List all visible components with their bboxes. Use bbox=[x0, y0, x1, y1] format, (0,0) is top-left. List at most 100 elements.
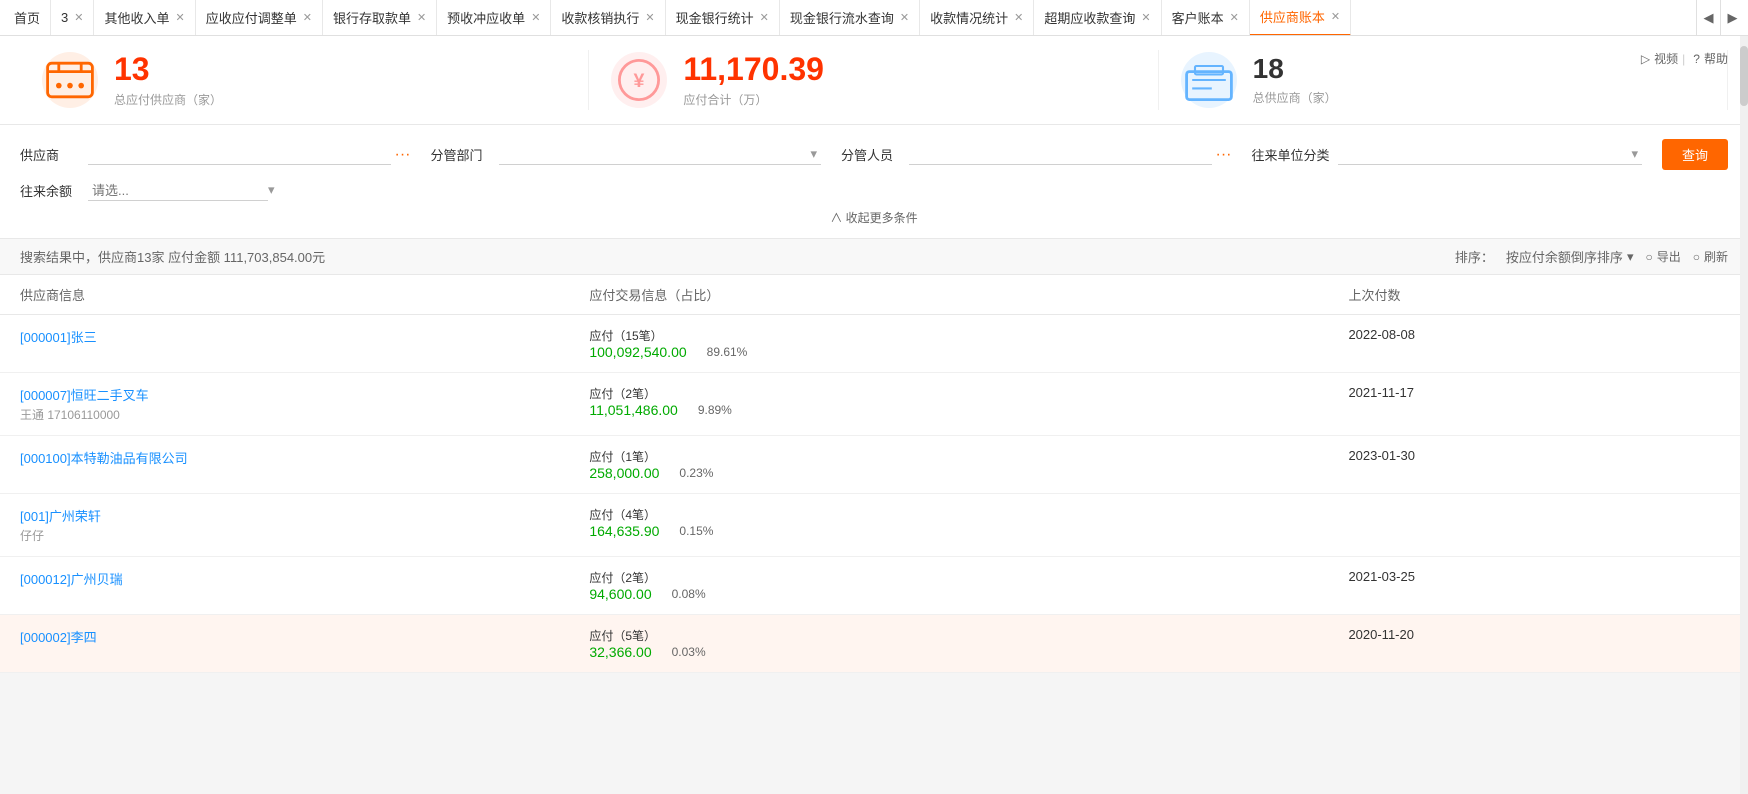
nav-arrows: ◀ ▶ bbox=[1696, 0, 1744, 36]
table-row: [000001]张三 应付（15笔） 100,092,540.00 89.61%… bbox=[0, 315, 1748, 373]
nav-tab-receipt-stat[interactable]: 收款情况统计 ✕ bbox=[920, 0, 1034, 36]
scroll-track[interactable] bbox=[1740, 36, 1748, 794]
nav-tab-receipt-verify[interactable]: 收款核销执行 ✕ bbox=[551, 0, 665, 36]
nav-tab-prepay-offset-close[interactable]: ✕ bbox=[531, 11, 540, 24]
scroll-thumb[interactable] bbox=[1740, 46, 1748, 106]
person-dots[interactable]: ··· bbox=[1216, 146, 1232, 164]
sort-select[interactable]: 按应付余额倒序排序 ▾ bbox=[1506, 247, 1634, 266]
supplier-input[interactable] bbox=[88, 145, 391, 165]
transaction-type-3: 应付（1笔） bbox=[589, 448, 1348, 465]
balance-dropdown-arrow[interactable]: ▾ bbox=[268, 182, 275, 198]
supplier-sub-4: 仔仔 bbox=[20, 527, 589, 544]
lastpay-date-6: 2020-11-20 bbox=[1348, 627, 1414, 642]
nav-tab-overdue-ar-label: 超期应收款查询 bbox=[1044, 8, 1135, 27]
summary-card-payable-total: ¥ 11,170.39 应付合计（万） bbox=[589, 50, 1158, 110]
transaction-amount-1[interactable]: 100,092,540.00 bbox=[589, 344, 686, 360]
department-select[interactable]: ▾ bbox=[499, 144, 822, 165]
nav-tab-receipt-verify-label: 收款核销执行 bbox=[561, 8, 639, 27]
supplier-dots[interactable]: ··· bbox=[395, 146, 411, 164]
export-button[interactable]: ○ 导出 bbox=[1645, 248, 1680, 265]
nav-tab-prepay-offset[interactable]: 预收冲应收单 ✕ bbox=[437, 0, 551, 36]
nav-tab-other-income[interactable]: 其他收入单 ✕ bbox=[94, 0, 195, 36]
balance-label: 往来余额 bbox=[20, 181, 80, 200]
refresh-button[interactable]: ○ 刷新 bbox=[1693, 248, 1728, 265]
supplier-link-4[interactable]: [001]广州荣轩 bbox=[20, 509, 101, 524]
supplier-info-1: [000001]张三 bbox=[20, 327, 589, 346]
nav-tab-customer-ledger-close[interactable]: ✕ bbox=[1230, 11, 1239, 24]
transaction-pct-2: 9.89% bbox=[698, 403, 732, 417]
payable-suppliers-label: 总应付供应商（家） bbox=[114, 91, 222, 108]
nav-next-arrow[interactable]: ▶ bbox=[1720, 0, 1744, 36]
nav-tab-cash-bank-stat[interactable]: 现金银行统计 ✕ bbox=[666, 0, 780, 36]
nav-prev-arrow[interactable]: ◀ bbox=[1696, 0, 1720, 36]
nav-tab-bank-deposit[interactable]: 银行存取款单 ✕ bbox=[323, 0, 437, 36]
nav-tab-cash-bank-flow-close[interactable]: ✕ bbox=[900, 11, 909, 24]
help-link[interactable]: 帮助 bbox=[1704, 50, 1728, 67]
nav-tab-3-close[interactable]: ✕ bbox=[74, 11, 83, 24]
transaction-type-1: 应付（15笔） bbox=[589, 327, 1348, 344]
nav-tab-cash-bank-stat-label: 现金银行统计 bbox=[676, 8, 754, 27]
nav-tab-supplier-ledger-label: 供应商账本 bbox=[1260, 7, 1325, 26]
transaction-amount-5[interactable]: 94,600.00 bbox=[589, 586, 651, 602]
total-suppliers-content: 18 总供应商（家） bbox=[1253, 54, 1337, 106]
department-dropdown-arrow[interactable]: ▾ bbox=[810, 146, 817, 162]
nav-tab-ar-ap-adjust[interactable]: 应收应付调整单 ✕ bbox=[196, 0, 323, 36]
supplier-link-1[interactable]: [000001]张三 bbox=[20, 330, 97, 345]
supplier-link-2[interactable]: [000007]恒旺二手叉车 bbox=[20, 388, 149, 403]
transaction-info-5: 应付（2笔） 94,600.00 0.08% bbox=[589, 569, 1348, 602]
payable-suppliers-number: 13 bbox=[114, 52, 222, 87]
category-select[interactable]: ▾ bbox=[1338, 144, 1642, 165]
result-text: 搜索结果中，供应商13家 应付金额 111,703,854.00元 bbox=[20, 247, 1455, 266]
nav-tab-overdue-ar-close[interactable]: ✕ bbox=[1141, 11, 1150, 24]
nav-tab-supplier-ledger-close[interactable]: ✕ bbox=[1331, 10, 1340, 23]
query-button[interactable]: 查询 bbox=[1662, 139, 1728, 170]
transaction-type-6: 应付（5笔） bbox=[589, 627, 1348, 644]
balance-select[interactable]: ▾ bbox=[88, 180, 268, 201]
transaction-amount-4[interactable]: 164,635.90 bbox=[589, 523, 659, 539]
supplier-label: 供应商 bbox=[20, 145, 80, 164]
video-link[interactable]: 视频 bbox=[1654, 50, 1678, 67]
nav-tab-cash-bank-stat-close[interactable]: ✕ bbox=[760, 11, 769, 24]
nav-tab-prepay-offset-label: 预收冲应收单 bbox=[447, 8, 525, 27]
transaction-type-5: 应付（2笔） bbox=[589, 569, 1348, 586]
lastpay-date-2: 2021-11-17 bbox=[1348, 385, 1414, 400]
payable-total-content: 11,170.39 应付合计（万） bbox=[683, 52, 824, 108]
category-label: 往来单位分类 bbox=[1252, 145, 1330, 164]
nav-tab-supplier-ledger[interactable]: 供应商账本 ✕ bbox=[1250, 0, 1351, 36]
nav-tab-receipt-stat-label: 收款情况统计 bbox=[930, 8, 1008, 27]
export-label: 导出 bbox=[1657, 248, 1681, 265]
transaction-amount-2[interactable]: 11,051,486.00 bbox=[589, 402, 678, 418]
category-dropdown-arrow[interactable]: ▾ bbox=[1631, 146, 1638, 162]
supplier-link-3[interactable]: [000100]本特勒油品有限公司 bbox=[20, 451, 188, 466]
lastpay-3: 2023-01-30 bbox=[1348, 448, 1728, 463]
table-row: [000007]恒旺二手叉车 王通 17106110000 应付（2笔） 11,… bbox=[0, 373, 1748, 436]
nav-tab-other-income-close[interactable]: ✕ bbox=[175, 11, 184, 24]
refresh-label: 刷新 bbox=[1704, 248, 1728, 265]
transaction-amount-6[interactable]: 32,366.00 bbox=[589, 644, 651, 660]
nav-tab-home[interactable]: 首页 bbox=[4, 0, 51, 36]
nav-tab-ar-ap-adjust-close[interactable]: ✕ bbox=[303, 11, 312, 24]
nav-tab-overdue-ar[interactable]: 超期应收款查询 ✕ bbox=[1034, 0, 1161, 36]
nav-tab-customer-ledger-label: 客户账本 bbox=[1172, 8, 1224, 27]
transaction-pct-5: 0.08% bbox=[672, 587, 706, 601]
supplier-link-5[interactable]: [000012]广州贝瑞 bbox=[20, 572, 123, 587]
transaction-amount-3[interactable]: 258,000.00 bbox=[589, 465, 659, 481]
divider: | bbox=[1682, 52, 1685, 66]
supplier-link-6[interactable]: [000002]李四 bbox=[20, 630, 97, 645]
nav-tab-receipt-verify-close[interactable]: ✕ bbox=[645, 11, 654, 24]
nav-tab-3[interactable]: 3 ✕ bbox=[51, 0, 94, 36]
nav-tab-customer-ledger[interactable]: 客户账本 ✕ bbox=[1162, 0, 1250, 36]
collapse-bar[interactable]: ∧ 收起更多条件 bbox=[20, 205, 1728, 230]
transaction-pct-6: 0.03% bbox=[672, 645, 706, 659]
search-row-1: 供应商 ··· 分管部门 ▾ 分管人员 ··· 往来单位分类 ▾ bbox=[20, 139, 1728, 170]
result-bar: 搜索结果中，供应商13家 应付金额 111,703,854.00元 排序： 按应… bbox=[0, 239, 1748, 275]
nav-tab-cash-bank-flow[interactable]: 现金银行流水查询 ✕ bbox=[780, 0, 920, 36]
category-input[interactable] bbox=[1342, 147, 1632, 162]
payable-suppliers-content: 13 总应付供应商（家） bbox=[114, 52, 222, 108]
department-label: 分管部门 bbox=[431, 145, 491, 164]
nav-tab-bank-deposit-close[interactable]: ✕ bbox=[417, 11, 426, 24]
person-input[interactable] bbox=[909, 145, 1212, 165]
balance-input[interactable] bbox=[92, 183, 268, 198]
nav-tab-receipt-stat-close[interactable]: ✕ bbox=[1014, 11, 1023, 24]
department-input[interactable] bbox=[503, 147, 811, 162]
